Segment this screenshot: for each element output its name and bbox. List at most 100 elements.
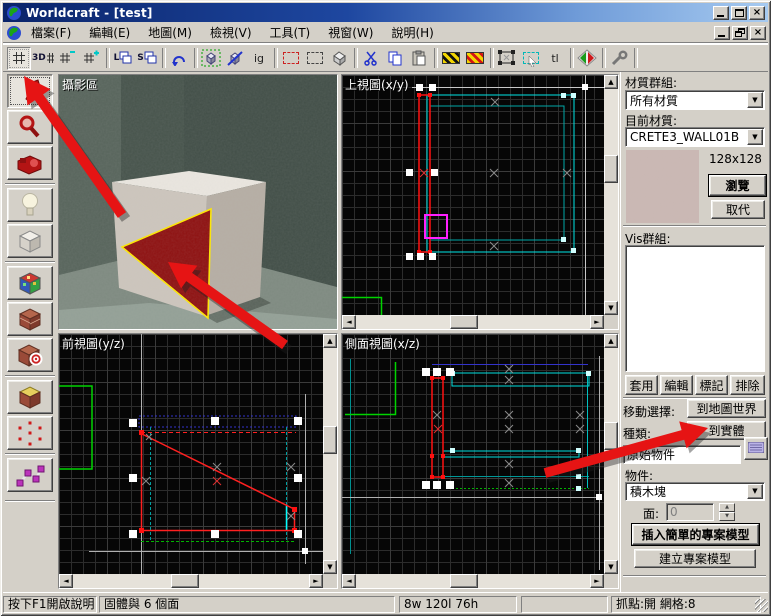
- vis-group-listbox[interactable]: [625, 245, 765, 372]
- top-viewport-label: 上視圖(x/y): [345, 78, 409, 92]
- top-view-canvas[interactable]: [342, 75, 604, 315]
- vis-mark-button[interactable]: 標記: [695, 375, 728, 395]
- cascade-small-button[interactable]: S: [135, 46, 159, 70]
- chevron-down-icon[interactable]: ▼: [747, 129, 763, 145]
- vertex-tool-button[interactable]: [7, 416, 53, 450]
- ignore-groups-button[interactable]: ig: [247, 46, 271, 70]
- spinner-down-icon[interactable]: ▼: [719, 512, 735, 521]
- magnify-tool-button[interactable]: [7, 110, 53, 144]
- mdi-minimize-button[interactable]: [714, 25, 730, 40]
- camera-3d-canvas[interactable]: [59, 75, 337, 329]
- cursor-icon: [528, 55, 537, 67]
- toolbar-separator: [567, 47, 575, 69]
- scroll-left-icon[interactable]: ◄: [342, 315, 356, 329]
- texture-lock-button[interactable]: tl: [543, 46, 567, 70]
- paste-button[interactable]: [407, 46, 431, 70]
- mdi-close-button[interactable]: ×: [750, 25, 766, 40]
- create-prefab-button[interactable]: 建立專案模型: [634, 549, 756, 568]
- selection-tool-button[interactable]: [7, 74, 53, 108]
- cordon-edit-button[interactable]: [439, 46, 463, 70]
- front-view-hscroll[interactable]: ◄ ►: [59, 574, 323, 588]
- ungroup-button[interactable]: [223, 46, 247, 70]
- scroll-right-icon[interactable]: ►: [590, 315, 604, 329]
- run-map-button[interactable]: [575, 46, 599, 70]
- grid-larger-button[interactable]: [79, 46, 103, 70]
- scroll-down-icon[interactable]: ▼: [604, 301, 618, 315]
- menu-file[interactable]: 檔案(F): [22, 22, 80, 43]
- side-view-hscroll[interactable]: ◄ ►: [342, 574, 604, 588]
- apply-decals-tool-button[interactable]: [7, 338, 53, 372]
- to-world-button[interactable]: 到地圖世界: [687, 399, 766, 418]
- group-button[interactable]: [199, 46, 223, 70]
- mdi-restore-button[interactable]: [732, 25, 748, 40]
- hide-selected-button[interactable]: [279, 46, 303, 70]
- cascade-large-button[interactable]: L: [111, 46, 135, 70]
- close-button[interactable]: ×: [749, 5, 765, 20]
- chevron-down-icon[interactable]: ▼: [747, 484, 763, 499]
- grid-smaller-button[interactable]: [55, 46, 79, 70]
- faces-spinner[interactable]: ▲ ▼: [719, 503, 735, 521]
- replace-button[interactable]: 取代: [711, 200, 765, 219]
- cut-button[interactable]: [359, 46, 383, 70]
- texture-group-label: 材質群組:: [625, 76, 678, 90]
- current-texture-dropdown[interactable]: CRETE3_WALL01B ▼: [625, 127, 765, 147]
- menu-view[interactable]: 檢視(V): [201, 22, 261, 43]
- copy-button[interactable]: [383, 46, 407, 70]
- side-view-canvas[interactable]: [342, 334, 604, 574]
- vis-apply-button[interactable]: 套用: [625, 375, 658, 395]
- select-group-mode-button[interactable]: [495, 46, 519, 70]
- brick-cube-icon: [18, 308, 42, 331]
- hide-unselected-button[interactable]: [303, 46, 327, 70]
- maximize-button[interactable]: [731, 5, 747, 20]
- menu-map[interactable]: 地圖(M): [139, 22, 201, 43]
- block-tool-button[interactable]: [7, 224, 53, 258]
- palette-divider: [5, 453, 55, 455]
- path-tool-button[interactable]: [7, 458, 53, 492]
- toolbar-separator: [191, 47, 199, 69]
- options-button[interactable]: [607, 46, 631, 70]
- browse-button[interactable]: 瀏覽: [709, 175, 766, 196]
- minimize-button[interactable]: [713, 5, 729, 20]
- grid-toggle-button[interactable]: [7, 46, 31, 70]
- resize-grip[interactable]: [755, 599, 768, 612]
- chevron-down-icon[interactable]: ▼: [747, 92, 763, 108]
- clipping-tool-button[interactable]: [7, 380, 53, 414]
- status-dimensions: 8w 120l 76h: [399, 596, 517, 613]
- menu-window[interactable]: 視窗(W): [319, 22, 382, 43]
- front-view-canvas[interactable]: [48, 334, 323, 574]
- front-viewport[interactable]: 前視圖(y/z) ▲ ▼ ◄ ►: [48, 333, 338, 589]
- insert-prefab-button[interactable]: 插入簡單的專案模型: [632, 524, 759, 545]
- scroll-up-icon[interactable]: ▲: [604, 75, 618, 89]
- cordon-toggle-button[interactable]: [463, 46, 487, 70]
- menu-tools[interactable]: 工具(T): [261, 22, 320, 43]
- top-viewport[interactable]: 上視圖(x/y) ▲ ▼ ◄ ►: [341, 74, 619, 330]
- camera-viewport[interactable]: 攝影區: [58, 74, 338, 330]
- camera-tool-button[interactable]: [7, 146, 53, 180]
- object-dropdown[interactable]: 積木塊 ▼: [625, 482, 765, 501]
- texture-group-dropdown[interactable]: 所有材質 ▼: [625, 90, 765, 110]
- entity-tool-button[interactable]: [7, 188, 53, 222]
- spinner-up-icon[interactable]: ▲: [719, 503, 735, 512]
- top-view-hscroll[interactable]: ◄ ►: [342, 315, 604, 329]
- menu-help[interactable]: 說明(H): [382, 22, 442, 43]
- top-view-vscroll[interactable]: ▲ ▼: [604, 75, 618, 315]
- scrollbar-corner: [323, 574, 337, 588]
- vis-edit-button[interactable]: 編輯: [660, 375, 693, 395]
- status-help: 按下F1開啟說明: [3, 596, 97, 613]
- menu-edit[interactable]: 編輯(E): [80, 22, 139, 43]
- side-view-vscroll[interactable]: ▲ ▼: [604, 334, 618, 574]
- grid-3d-button[interactable]: 3D: [31, 46, 55, 70]
- smart-edit-button[interactable]: [744, 437, 768, 460]
- entity-class-field[interactable]: [623, 445, 741, 464]
- front-view-vscroll[interactable]: ▲ ▼: [323, 334, 337, 574]
- vis-exclude-button[interactable]: 排除: [730, 375, 765, 395]
- show-all-button[interactable]: [327, 46, 351, 70]
- lightbulb-icon: [22, 193, 38, 216]
- undo-button[interactable]: [167, 46, 191, 70]
- title-bar[interactable]: Worldcraft - [test] ×: [3, 3, 768, 22]
- selection-box-icon: [498, 50, 515, 65]
- apply-texture-tool-button[interactable]: [7, 302, 53, 336]
- side-viewport[interactable]: 側面視圖(x/z) ▲ ▼ ◄ ►: [341, 333, 619, 589]
- select-box-mode-button[interactable]: [519, 46, 543, 70]
- toggle-textures-tool-button[interactable]: [7, 266, 53, 300]
